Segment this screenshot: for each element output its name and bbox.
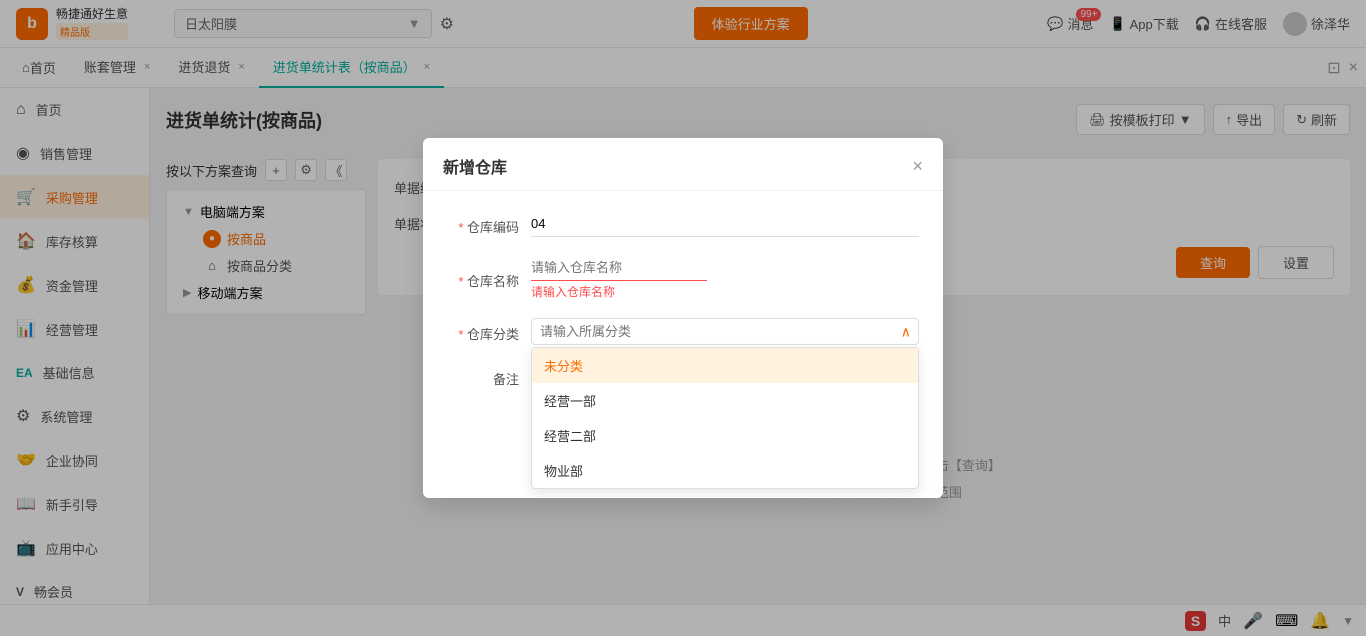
category-dropdown-menu: 未分类 经营一部 经营二部 物业部 [531,347,919,489]
dropdown-item-property[interactable]: 物业部 [532,453,918,488]
warehouse-category-row: 仓库分类 ∧ 未分类 经营一部 经营二部 物业部 [447,318,919,345]
warehouse-category-input[interactable] [531,318,919,345]
warehouse-code-input[interactable] [531,211,919,237]
warehouse-name-row: 仓库名称 请输入仓库名称 [447,255,919,300]
warehouse-category-select-wrapper: ∧ 未分类 经营一部 经营二部 物业部 [531,318,919,345]
warehouse-category-label: 仓库分类 [447,318,519,343]
warehouse-name-input[interactable] [531,255,707,281]
warehouse-name-label: 仓库名称 [447,265,519,290]
warehouse-code-label: 仓库编码 [447,211,519,236]
note-label: 备注 [447,363,519,388]
dropdown-item-unclassified[interactable]: 未分类 [532,348,918,383]
dialog-body: 仓库编码 仓库名称 请输入仓库名称 仓库分类 ∧ [423,191,943,427]
dialog-title: 新增仓库 [443,154,507,178]
warehouse-code-row: 仓库编码 [447,211,919,237]
new-warehouse-dialog: 新增仓库 × 仓库编码 仓库名称 请输入仓库名称 [423,138,943,498]
dropdown-item-dept2[interactable]: 经营二部 [532,418,918,453]
modal-overlay: 新增仓库 × 仓库编码 仓库名称 请输入仓库名称 [0,0,1366,636]
dropdown-item-dept1[interactable]: 经营一部 [532,383,918,418]
dialog-close-btn[interactable]: × [912,156,923,177]
warehouse-name-error: 请输入仓库名称 [531,283,919,300]
dialog-header: 新增仓库 × [423,138,943,191]
